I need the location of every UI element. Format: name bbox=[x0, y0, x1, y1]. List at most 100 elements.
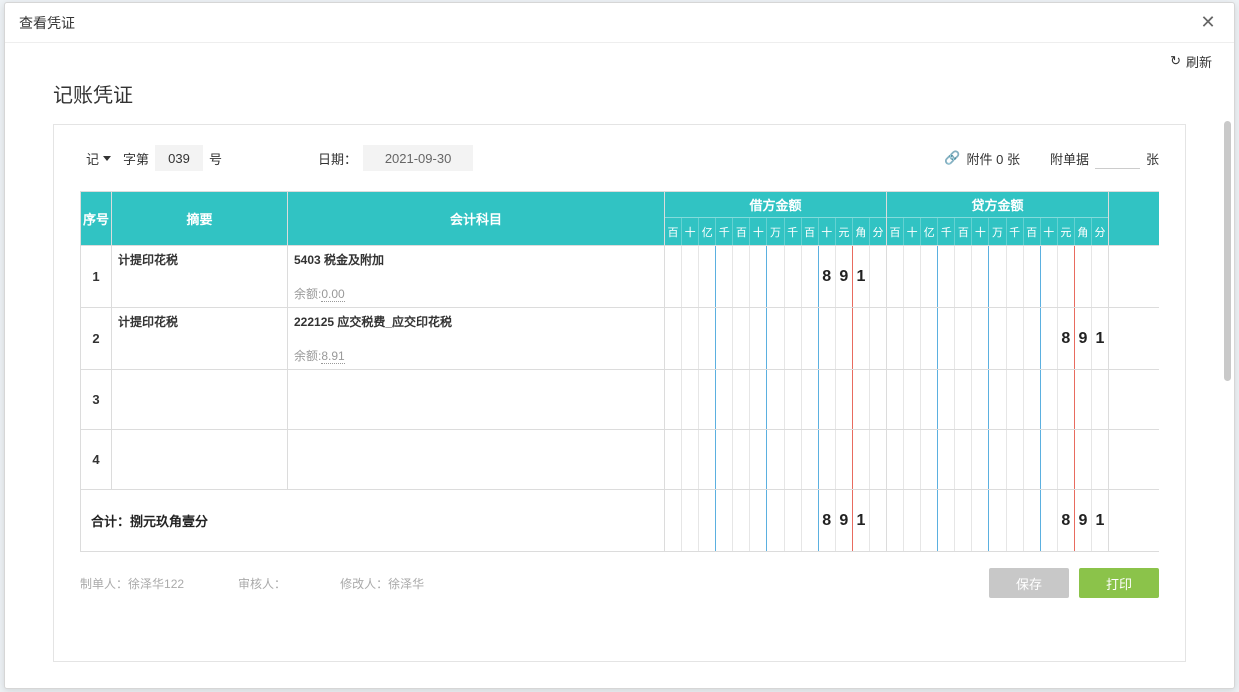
amount-digit[interactable] bbox=[904, 370, 921, 429]
amount-digit[interactable] bbox=[904, 430, 921, 489]
amount-digit[interactable] bbox=[1058, 246, 1075, 307]
amount-digit[interactable] bbox=[887, 246, 904, 307]
account-cell[interactable]: 5403 税金及附加余额:0.00 bbox=[288, 246, 665, 307]
amount-digit[interactable] bbox=[972, 308, 989, 369]
amount-digit[interactable] bbox=[1007, 308, 1024, 369]
amount-digit[interactable] bbox=[870, 308, 886, 369]
amount-digit[interactable] bbox=[938, 430, 955, 489]
amount-digit[interactable] bbox=[836, 370, 853, 429]
amount-digit[interactable] bbox=[716, 430, 733, 489]
amount-digit[interactable] bbox=[1075, 430, 1092, 489]
amount-digit[interactable] bbox=[665, 308, 682, 369]
amount-digit[interactable] bbox=[1007, 370, 1024, 429]
amount-digit[interactable]: 8 bbox=[1058, 308, 1075, 369]
amount-digit[interactable] bbox=[750, 430, 767, 489]
amount-digit[interactable] bbox=[819, 370, 836, 429]
amount-digit[interactable] bbox=[699, 490, 716, 551]
amount-digit[interactable] bbox=[870, 490, 886, 551]
amount-digit[interactable] bbox=[887, 490, 904, 551]
amount-digit[interactable] bbox=[1024, 490, 1041, 551]
amount-digit[interactable] bbox=[972, 246, 989, 307]
amount-digit[interactable] bbox=[1007, 430, 1024, 489]
amount-digit[interactable] bbox=[972, 430, 989, 489]
amount-digit[interactable]: 1 bbox=[1092, 308, 1108, 369]
amount-digit[interactable] bbox=[733, 490, 750, 551]
amount-digit[interactable] bbox=[989, 430, 1006, 489]
amount-digit[interactable] bbox=[1041, 430, 1058, 489]
amount-digit[interactable] bbox=[665, 246, 682, 307]
close-button[interactable]: ✕ bbox=[1196, 11, 1220, 35]
amount-digit[interactable] bbox=[785, 370, 802, 429]
refresh-button[interactable]: ↻ 刷新 bbox=[1170, 52, 1212, 71]
amount-digit[interactable] bbox=[989, 370, 1006, 429]
amount-digit[interactable] bbox=[836, 308, 853, 369]
amount-digit[interactable]: 1 bbox=[853, 246, 870, 307]
amount-digit[interactable] bbox=[750, 490, 767, 551]
amount-digit[interactable] bbox=[989, 490, 1006, 551]
amount-digit[interactable] bbox=[767, 308, 784, 369]
amount-digit[interactable] bbox=[1007, 246, 1024, 307]
voucher-number-input[interactable] bbox=[155, 145, 203, 171]
amount-digit[interactable] bbox=[1007, 490, 1024, 551]
amount-digit[interactable] bbox=[921, 308, 938, 369]
amount-digit[interactable]: 8 bbox=[1058, 490, 1075, 551]
amount-digit[interactable] bbox=[1024, 430, 1041, 489]
date-input[interactable] bbox=[363, 145, 473, 171]
amount-digit[interactable] bbox=[682, 308, 699, 369]
amount-digit[interactable] bbox=[819, 430, 836, 489]
amount-digit[interactable] bbox=[870, 370, 886, 429]
amount-digit[interactable] bbox=[767, 370, 784, 429]
amount-digit[interactable] bbox=[904, 246, 921, 307]
amount-digit[interactable] bbox=[836, 430, 853, 489]
amount-digit[interactable] bbox=[767, 490, 784, 551]
amount-digit[interactable] bbox=[1058, 430, 1075, 489]
amount-digit[interactable] bbox=[870, 430, 886, 489]
amount-digit[interactable] bbox=[853, 430, 870, 489]
amount-digit[interactable]: 8 bbox=[819, 490, 836, 551]
voucher-type-select[interactable]: 记 bbox=[80, 147, 117, 170]
amount-digit[interactable] bbox=[819, 308, 836, 369]
amount-digit[interactable] bbox=[682, 490, 699, 551]
amount-digit[interactable] bbox=[785, 430, 802, 489]
amount-digit[interactable]: 9 bbox=[1075, 490, 1092, 551]
amount-digit[interactable] bbox=[1041, 246, 1058, 307]
amount-digit[interactable] bbox=[921, 490, 938, 551]
amount-digit[interactable] bbox=[921, 430, 938, 489]
amount-digit[interactable] bbox=[904, 308, 921, 369]
amount-digit[interactable] bbox=[887, 370, 904, 429]
amount-digit[interactable] bbox=[1041, 490, 1058, 551]
amount-digit[interactable] bbox=[750, 246, 767, 307]
account-cell[interactable]: 222125 应交税费_应交印花税余额:8.91 bbox=[288, 308, 665, 369]
amount-digit[interactable] bbox=[904, 490, 921, 551]
amount-digit[interactable] bbox=[699, 430, 716, 489]
amount-digit[interactable] bbox=[1092, 430, 1108, 489]
amount-digit[interactable] bbox=[716, 370, 733, 429]
amount-digit[interactable] bbox=[1075, 246, 1092, 307]
amount-digit[interactable] bbox=[972, 370, 989, 429]
amount-digit[interactable]: 1 bbox=[1092, 490, 1108, 551]
amount-digit[interactable] bbox=[665, 430, 682, 489]
amount-digit[interactable] bbox=[665, 490, 682, 551]
amount-digit[interactable] bbox=[921, 246, 938, 307]
amount-digit[interactable] bbox=[802, 308, 819, 369]
amount-digit[interactable] bbox=[938, 246, 955, 307]
attachment-count[interactable]: 附件 0 张 bbox=[967, 149, 1020, 168]
amount-digit[interactable] bbox=[733, 246, 750, 307]
amount-digit[interactable]: 9 bbox=[1075, 308, 1092, 369]
amount-digit[interactable] bbox=[887, 430, 904, 489]
print-button[interactable]: 打印 bbox=[1079, 568, 1159, 598]
amount-digit[interactable] bbox=[989, 246, 1006, 307]
amount-digit[interactable]: 9 bbox=[836, 490, 853, 551]
amount-digit[interactable] bbox=[802, 370, 819, 429]
amount-digit[interactable] bbox=[716, 490, 733, 551]
amount-digit[interactable] bbox=[1075, 370, 1092, 429]
amount-digit[interactable] bbox=[887, 308, 904, 369]
amount-digit[interactable] bbox=[682, 430, 699, 489]
amount-digit[interactable] bbox=[785, 308, 802, 369]
amount-digit[interactable] bbox=[1024, 246, 1041, 307]
amount-digit[interactable] bbox=[733, 370, 750, 429]
summary-cell[interactable]: 计提印花税 bbox=[112, 246, 288, 307]
amount-digit[interactable] bbox=[955, 246, 972, 307]
amount-digit[interactable]: 8 bbox=[819, 246, 836, 307]
amount-digit[interactable] bbox=[767, 430, 784, 489]
